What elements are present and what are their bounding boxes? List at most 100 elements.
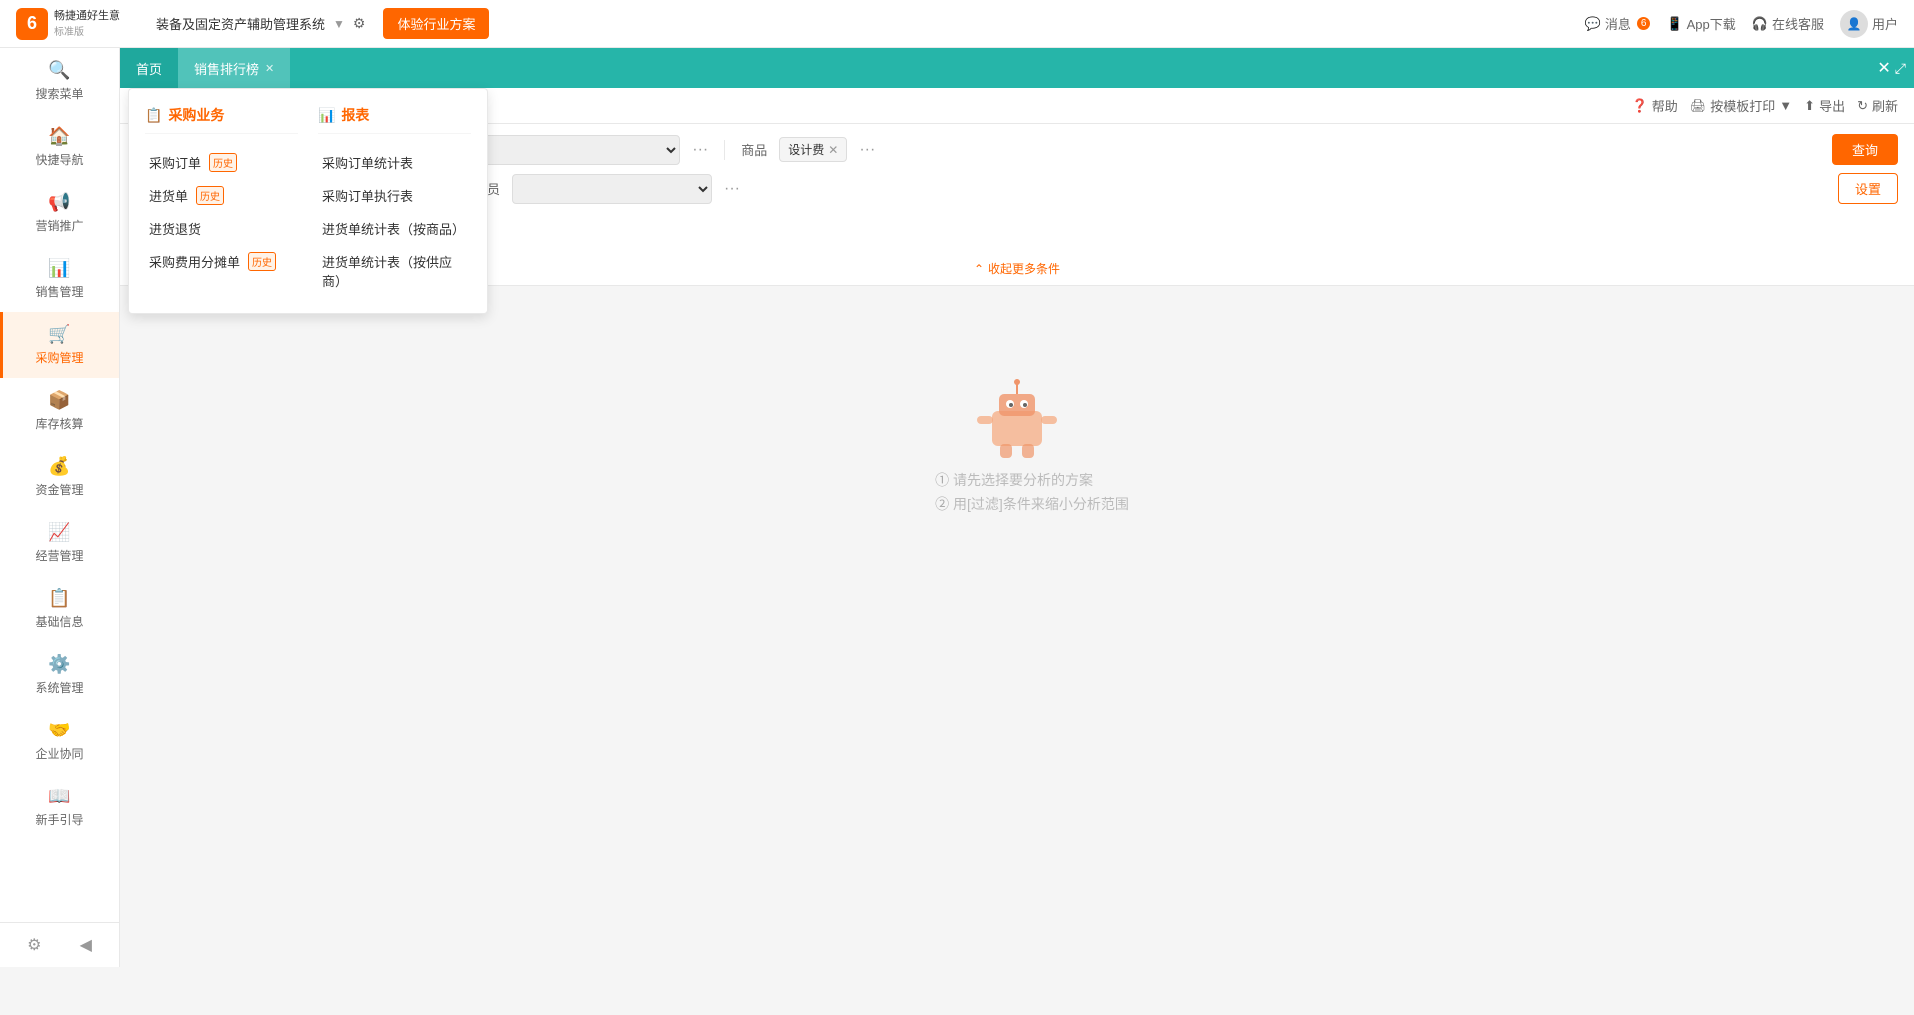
message-label: 消息 [1605,14,1631,33]
expense-history[interactable]: 历史 [248,252,276,271]
headset-icon: 🎧 [1752,16,1768,32]
dropdown-item-order-summary[interactable]: 采购订单统计表 [318,146,471,179]
purchase-icon: 🛒 [48,324,70,345]
home-icon: 🏠 [48,126,70,147]
tab-maximize-icon[interactable]: ⤢ [1895,60,1906,77]
goods-tag-close[interactable]: ✕ [828,143,838,157]
user-label: 用户 [1872,14,1898,33]
guide-icon: 📖 [48,786,70,807]
message-badge: 6 [1637,17,1651,30]
sidebar-label-cooperation: 企业协同 [35,745,83,762]
dropdown-item-purchase-expense[interactable]: 采购费用分摊单 历史 [145,245,298,278]
logo-name: 畅捷通好生意 [54,9,120,23]
purchase-col-icon: 📋 [145,107,162,124]
goods-tag: 设计费 ✕ [779,137,847,162]
order-summary-label: 采购订单统计表 [322,153,413,172]
dropdown-col-purchase-title: 📋 采购业务 [145,105,298,134]
sidebar-item-basic[interactable]: 📋 基础信息 [0,576,119,642]
industry-btn[interactable]: 体验行业方案 [383,8,489,39]
collapse-label: 收起更多条件 [988,260,1060,277]
sidebar-bottom: ⚙ ◀ [0,922,119,967]
divider-2 [724,140,725,160]
sidebar-item-system[interactable]: ⚙️ 系统管理 [0,642,119,708]
dropdown-item-goods-summary-supplier[interactable]: 进货单统计表（按供应商） [318,245,471,297]
report-col-icon: 📊 [318,107,335,124]
tab-close-window-icon[interactable]: ✕ [1877,58,1890,78]
purchase-dropdown-menu: 📋 采购业务 采购订单 历史 进货单 历史 进货退货 采购费用分摊单 历史 📊 … [128,88,488,314]
report-col-title-text: 报表 [341,105,369,125]
system-settings-icon[interactable]: ⚙ [353,15,366,32]
salesman-select[interactable] [512,174,712,204]
sidebar-label-sales: 销售管理 [35,283,83,300]
collapse-icon: ⌃ [974,262,984,276]
inventory-icon: 📦 [48,390,70,411]
empty-hint-1: ① 请先选择要分析的方案 [935,470,1129,490]
export-icon: ⬆ [1804,98,1815,114]
voucher-status-more[interactable]: ··· [692,141,708,159]
system-icon: ⚙️ [48,654,70,675]
export-btn[interactable]: ⬆ 导出 [1804,96,1845,115]
expense-label: 采购费用分摊单 [149,252,240,271]
query-btn[interactable]: 查询 [1832,134,1898,165]
finance-icon: 💰 [48,456,70,477]
cooperation-icon: 🤝 [48,720,70,741]
help-label: 帮助 [1652,96,1678,115]
user-btn[interactable]: 👤 用户 [1840,10,1898,38]
goods-more[interactable]: ··· [859,141,875,159]
online-service-btn[interactable]: 🎧 在线客服 [1752,14,1824,33]
sidebar-label-basic: 基础信息 [35,613,83,630]
sidebar-item-guide[interactable]: 📖 新手引导 [0,774,119,840]
dropdown-col-purchase: 📋 采购业务 采购订单 历史 进货单 历史 进货退货 采购费用分摊单 历史 [145,105,298,297]
sidebar-item-operations[interactable]: 📈 经营管理 [0,510,119,576]
tab-sales-rank-label: 销售排行榜 [194,59,259,78]
sidebar-item-search[interactable]: 🔍 搜索菜单 [0,48,119,114]
logo-icon: 6 [16,8,48,40]
logo-area: 6 畅捷通好生意 标准版 [16,8,136,40]
dropdown-item-goods-summary-product[interactable]: 进货单统计表（按商品） [318,212,471,245]
tab-home[interactable]: 首页 [120,48,178,88]
sidebar-item-inventory[interactable]: 📦 库存核算 [0,378,119,444]
print-template-btn[interactable]: 🖨 按模板打印 ▼ [1690,96,1792,115]
dropdown-col-report: 📊 报表 采购订单统计表 采购订单执行表 进货单统计表（按商品） 进货单统计表（… [318,105,471,297]
goods-return-label: 进货退货 [149,219,201,238]
settings-btn[interactable]: 设置 [1838,173,1898,204]
empty-illustration [967,366,1067,466]
bottom-collapse-icon[interactable]: ◀ [80,935,92,955]
sidebar-item-quick[interactable]: 🏠 快捷导航 [0,114,119,180]
app-download-btn[interactable]: 📱 App下载 [1666,14,1735,33]
salesman-more[interactable]: ··· [724,180,740,198]
goods-in-history[interactable]: 历史 [196,186,224,205]
system-title-arrow[interactable]: ▼ [333,17,345,31]
export-label: 导出 [1819,96,1845,115]
sidebar-item-marketing[interactable]: 📢 营销推广 [0,180,119,246]
sidebar-item-purchase[interactable]: 🛒 采购管理 [0,312,119,378]
voucher-status-select[interactable] [480,135,680,165]
dropdown-item-purchase-order[interactable]: 采购订单 历史 [145,146,298,179]
dropdown-col-report-title: 📊 报表 [318,105,471,134]
purchase-order-label: 采购订单 [149,153,201,172]
sidebar-label-guide: 新手引导 [35,811,83,828]
sidebar-item-sales[interactable]: 📊 销售管理 [0,246,119,312]
purchase-order-history[interactable]: 历史 [209,153,237,172]
tab-close-icon[interactable]: ✕ [265,62,274,75]
sidebar-item-finance[interactable]: 💰 资金管理 [0,444,119,510]
dropdown-item-purchase-goods-in[interactable]: 进货单 历史 [145,179,298,212]
dropdown-item-purchase-return[interactable]: 进货退货 [145,212,298,245]
dropdown-item-order-execution[interactable]: 采购订单执行表 [318,179,471,212]
bottom-settings-icon[interactable]: ⚙ [27,935,41,955]
refresh-btn[interactable]: ↻ 刷新 [1857,96,1898,115]
goods-summary-supplier-label: 进货单统计表（按供应商） [322,252,467,290]
user-avatar: 👤 [1840,10,1868,38]
tab-bar: 首页 销售排行榜 ✕ ✕ ⤢ [120,48,1914,88]
print-icon: 🖨 [1690,98,1707,114]
sidebar-item-cooperation[interactable]: 🤝 企业协同 [0,708,119,774]
operations-icon: 📈 [48,522,70,543]
tab-home-label: 首页 [136,59,162,78]
message-btn[interactable]: 💬 消息 6 [1585,14,1651,33]
order-execution-label: 采购订单执行表 [322,186,413,205]
sidebar-label-quick: 快捷导航 [35,151,83,168]
message-icon: 💬 [1585,16,1601,32]
tab-sales-rank[interactable]: 销售排行榜 ✕ [178,48,290,88]
help-btn[interactable]: ❓ 帮助 [1632,96,1678,115]
sales-icon: 📊 [48,258,70,279]
